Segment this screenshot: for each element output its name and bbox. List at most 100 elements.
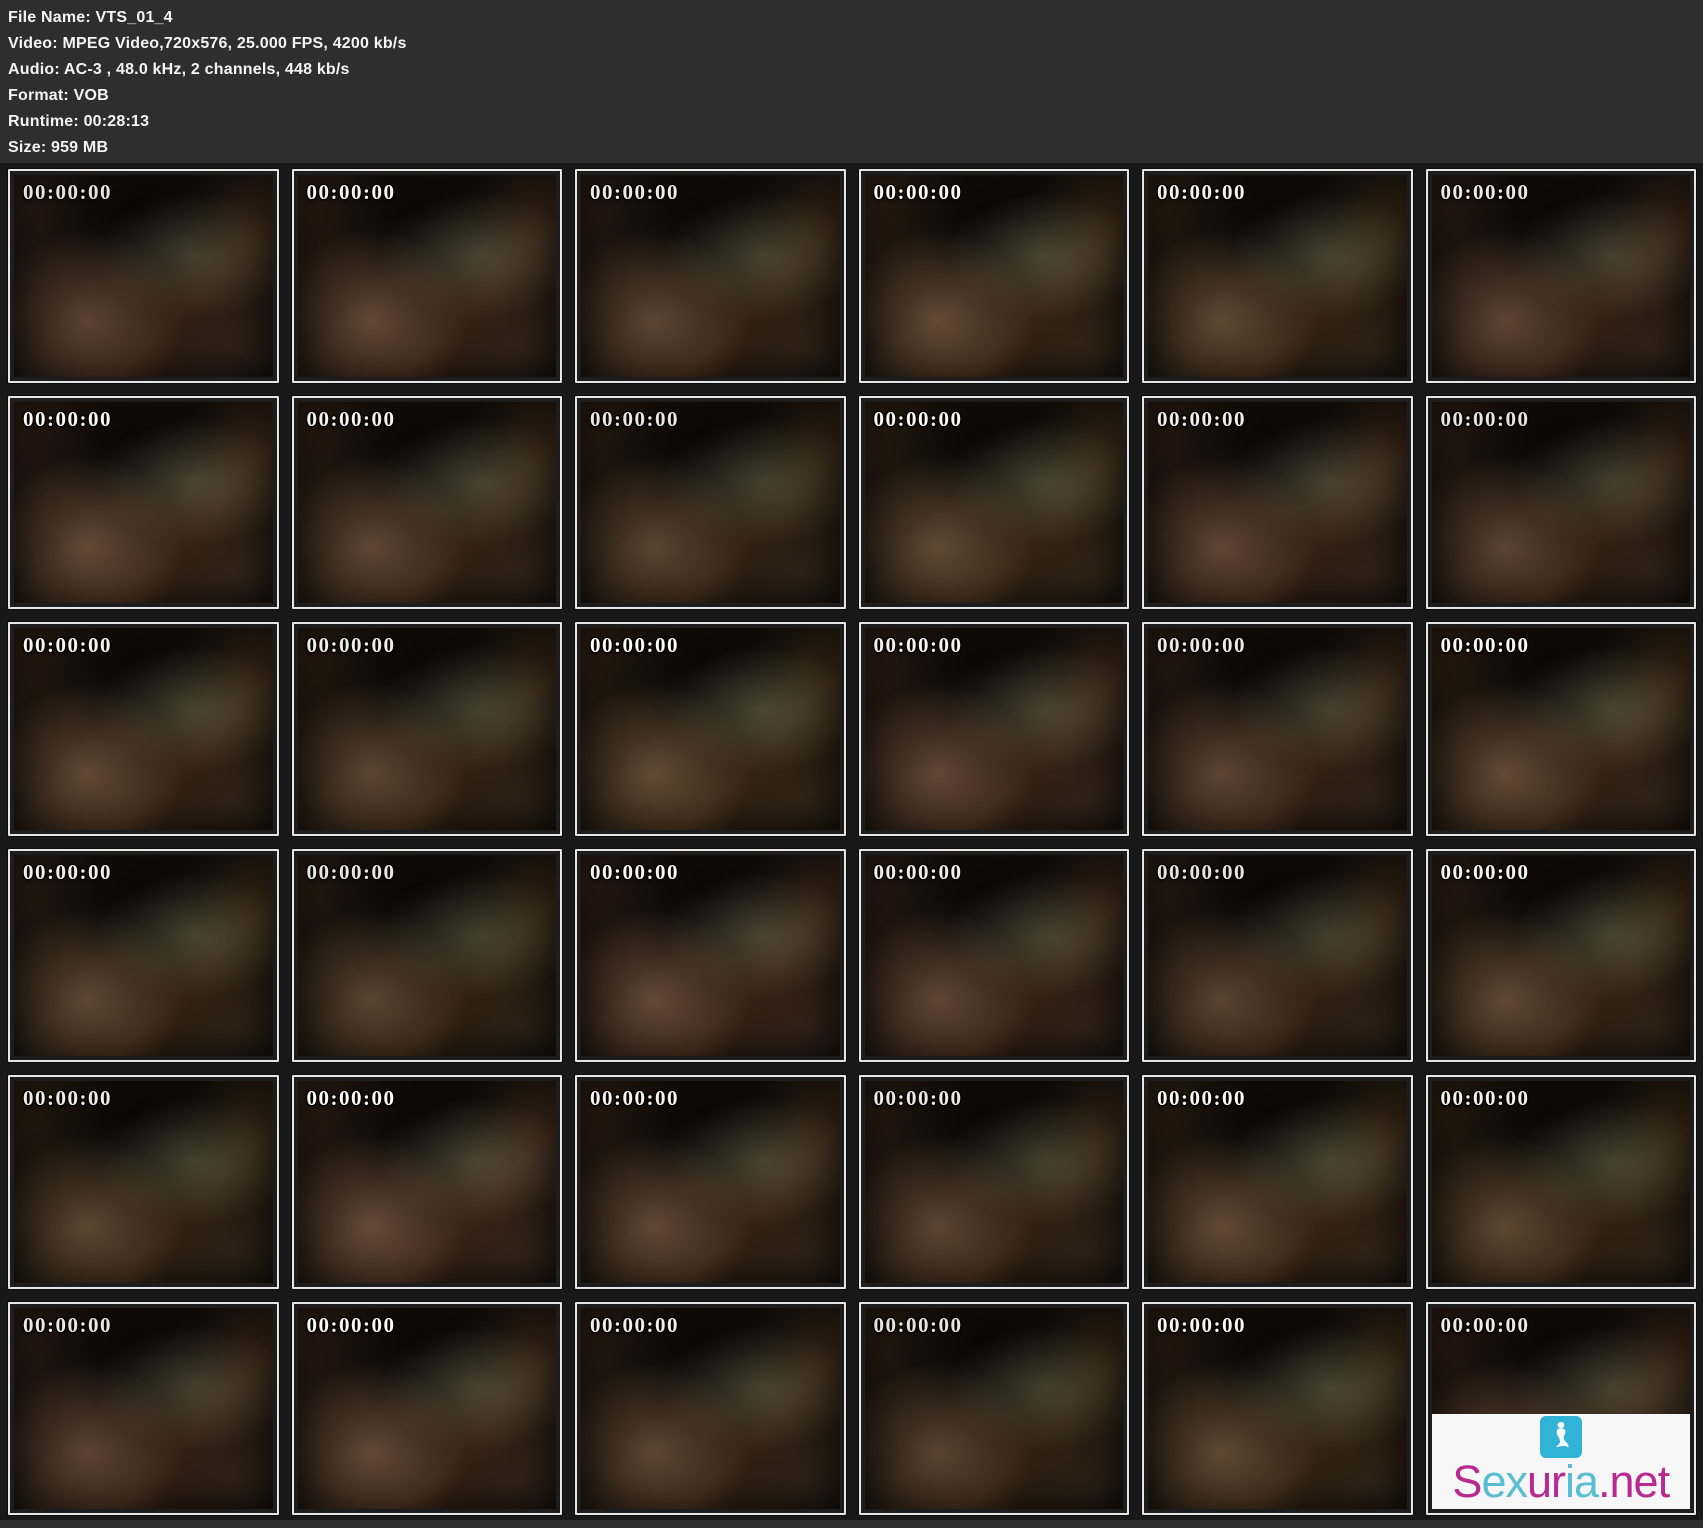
- video-frame-placeholder: 00:00:00: [864, 628, 1123, 830]
- video-frame-placeholder: 00:00:00: [1431, 854, 1690, 1056]
- video-frame-placeholder: 00:00:00: [297, 175, 556, 377]
- runtime-line: Runtime: 00:28:13: [8, 113, 150, 130]
- frame-timestamp: 00:00:00: [1157, 1086, 1246, 1110]
- watermark-site-text: Sexuria.net: [1452, 1456, 1670, 1507]
- frame-timestamp: 00:00:00: [23, 1312, 112, 1337]
- thumbnail-cell[interactable]: 00:00:00: [575, 395, 846, 609]
- thumbnail-cell[interactable]: 00:00:00 Sexuria.net: [1425, 1301, 1696, 1515]
- video-frame-placeholder: 00:00:00: [864, 854, 1123, 1056]
- frame-timestamp: 00:00:00: [306, 1312, 396, 1337]
- thumbnail-cell[interactable]: 00:00:00: [575, 1075, 846, 1289]
- video-frame-placeholder: 00:00:00: [297, 628, 556, 830]
- video-frame-placeholder: 00:00:00: [1148, 1081, 1407, 1283]
- thumbnail-cell[interactable]: 00:00:00: [1142, 848, 1413, 1062]
- thumbnail-cell[interactable]: 00:00:00: [8, 1301, 279, 1515]
- video-frame-placeholder: 00:00:00: [1148, 628, 1407, 830]
- thumbnail-cell[interactable]: 00:00:00: [8, 848, 279, 1062]
- video-frame-placeholder: 00:00:00: [14, 1081, 273, 1283]
- watermark-text-segment: S: [1452, 1456, 1482, 1507]
- frame-timestamp: 00:00:00: [590, 180, 679, 204]
- thumbnail-cell[interactable]: 00:00:00: [8, 622, 279, 836]
- frame-timestamp: 00:00:00: [590, 633, 679, 657]
- thumbnail-cell[interactable]: 00:00:00: [1142, 1075, 1413, 1289]
- frame-timestamp: 00:00:00: [306, 633, 396, 657]
- thumbnail-cell[interactable]: 00:00:00: [1142, 622, 1413, 836]
- thumbnail-cell[interactable]: 00:00:00: [575, 622, 846, 836]
- thumbnail-cell[interactable]: 00:00:00: [291, 1075, 562, 1289]
- thumbnail-cell[interactable]: 00:00:00: [858, 395, 1129, 609]
- frame-timestamp: 00:00:00: [1440, 1086, 1530, 1110]
- frame-timestamp: 00:00:00: [23, 633, 112, 657]
- video-frame-placeholder: 00:00:00: [14, 628, 273, 830]
- frame-timestamp: 00:00:00: [873, 1086, 963, 1110]
- thumbnail-cell[interactable]: 00:00:00: [1142, 1301, 1413, 1515]
- watermark-text-segment: ia: [1564, 1456, 1599, 1507]
- frame-timestamp: 00:00:00: [23, 1086, 112, 1110]
- frame-timestamp: 00:00:00: [1440, 406, 1530, 431]
- thumbnail-cell[interactable]: 00:00:00: [291, 622, 562, 836]
- thumbnail-cell[interactable]: 00:00:00: [575, 1301, 846, 1515]
- frame-timestamp: 00:00:00: [23, 859, 112, 884]
- video-frame-placeholder: 00:00:00: [1431, 175, 1690, 377]
- thumbnail-cell[interactable]: 00:00:00: [1142, 395, 1413, 609]
- frame-timestamp: 00:00:00: [590, 859, 679, 884]
- video-frame-placeholder: 00:00:00 Sexuria.net: [1431, 1307, 1690, 1509]
- frame-timestamp: 00:00:00: [590, 1086, 679, 1110]
- contact-sheet: 00:00:00 00:00:00 00:00:00 00:00:00 00:00:00…: [0, 163, 1703, 1520]
- frame-timestamp: 00:00:00: [1440, 1312, 1530, 1337]
- video-frame-placeholder: 00:00:00: [297, 1081, 556, 1283]
- frame-timestamp: 00:00:00: [1157, 1312, 1246, 1337]
- watermark-text-segment: .net: [1598, 1456, 1670, 1507]
- audio-info-line: Audio: AC-3 , 48.0 kHz, 2 channels, 448 …: [8, 61, 350, 78]
- thumbnail-cell[interactable]: 00:00:00: [858, 169, 1129, 383]
- frame-timestamp: 00:00:00: [873, 180, 963, 204]
- frame-timestamp: 00:00:00: [590, 1312, 679, 1337]
- video-frame-placeholder: 00:00:00: [14, 175, 273, 377]
- video-frame-placeholder: 00:00:00: [581, 854, 840, 1056]
- size-line: Size: 959 MB: [8, 139, 109, 156]
- video-frame-placeholder: 00:00:00: [581, 1081, 840, 1283]
- thumbnail-cell[interactable]: 00:00:00: [575, 169, 846, 383]
- frame-timestamp: 00:00:00: [1157, 859, 1246, 884]
- thumbnail-cell[interactable]: 00:00:00: [1425, 1075, 1696, 1289]
- frame-timestamp: 00:00:00: [1440, 633, 1530, 657]
- video-frame-placeholder: 00:00:00: [864, 401, 1123, 603]
- thumbnail-cell[interactable]: 00:00:00: [8, 395, 279, 609]
- thumbnail-cell[interactable]: 00:00:00: [291, 395, 562, 609]
- frame-timestamp: 00:00:00: [23, 406, 112, 431]
- thumbnail-cell[interactable]: 00:00:00: [858, 622, 1129, 836]
- thumbnail-cell[interactable]: 00:00:00: [291, 848, 562, 1062]
- thumbnail-cell[interactable]: 00:00:00: [8, 1075, 279, 1289]
- thumbnail-cell[interactable]: 00:00:00: [1425, 622, 1696, 836]
- thumbnail-cell[interactable]: 00:00:00: [1425, 169, 1696, 383]
- thumbnail-cell[interactable]: 00:00:00: [291, 169, 562, 383]
- video-frame-placeholder: 00:00:00: [297, 854, 556, 1056]
- frame-timestamp: 00:00:00: [873, 406, 963, 431]
- frame-timestamp: 00:00:00: [1157, 406, 1246, 431]
- video-frame-placeholder: 00:00:00: [581, 401, 840, 603]
- frame-timestamp: 00:00:00: [306, 859, 396, 884]
- video-frame-placeholder: 00:00:00: [1148, 1307, 1407, 1509]
- thumbnail-cell[interactable]: 00:00:00: [1425, 848, 1696, 1062]
- thumbnail-cell[interactable]: 00:00:00: [1425, 395, 1696, 609]
- format-line: Format: VOB: [8, 87, 109, 104]
- file-name-line: File Name: VTS_01_4: [8, 9, 173, 26]
- frame-timestamp: 00:00:00: [873, 859, 963, 884]
- sexuria-mermaid-icon: [1539, 1416, 1582, 1458]
- thumbnail-cell[interactable]: 00:00:00: [858, 848, 1129, 1062]
- thumbnail-cell[interactable]: 00:00:00: [8, 169, 279, 383]
- sexuria-watermark: Sexuria.net: [1431, 1414, 1690, 1509]
- thumbnail-cell[interactable]: 00:00:00: [858, 1301, 1129, 1515]
- video-frame-placeholder: 00:00:00: [1431, 628, 1690, 830]
- frame-timestamp: 00:00:00: [873, 633, 963, 657]
- metadata-header: File Name: VTS_01_4 Video: MPEG Video,72…: [0, 0, 1703, 163]
- thumbnail-cell[interactable]: 00:00:00: [858, 1075, 1129, 1289]
- video-frame-placeholder: 00:00:00: [14, 401, 273, 603]
- thumbnail-cell[interactable]: 00:00:00: [575, 848, 846, 1062]
- thumbnail-cell[interactable]: 00:00:00: [1142, 169, 1413, 383]
- frame-timestamp: 00:00:00: [1440, 859, 1530, 884]
- video-frame-placeholder: 00:00:00: [1431, 401, 1690, 603]
- thumbnail-cell[interactable]: 00:00:00: [291, 1301, 562, 1515]
- video-frame-placeholder: 00:00:00: [1148, 401, 1407, 603]
- frame-timestamp: 00:00:00: [23, 180, 112, 204]
